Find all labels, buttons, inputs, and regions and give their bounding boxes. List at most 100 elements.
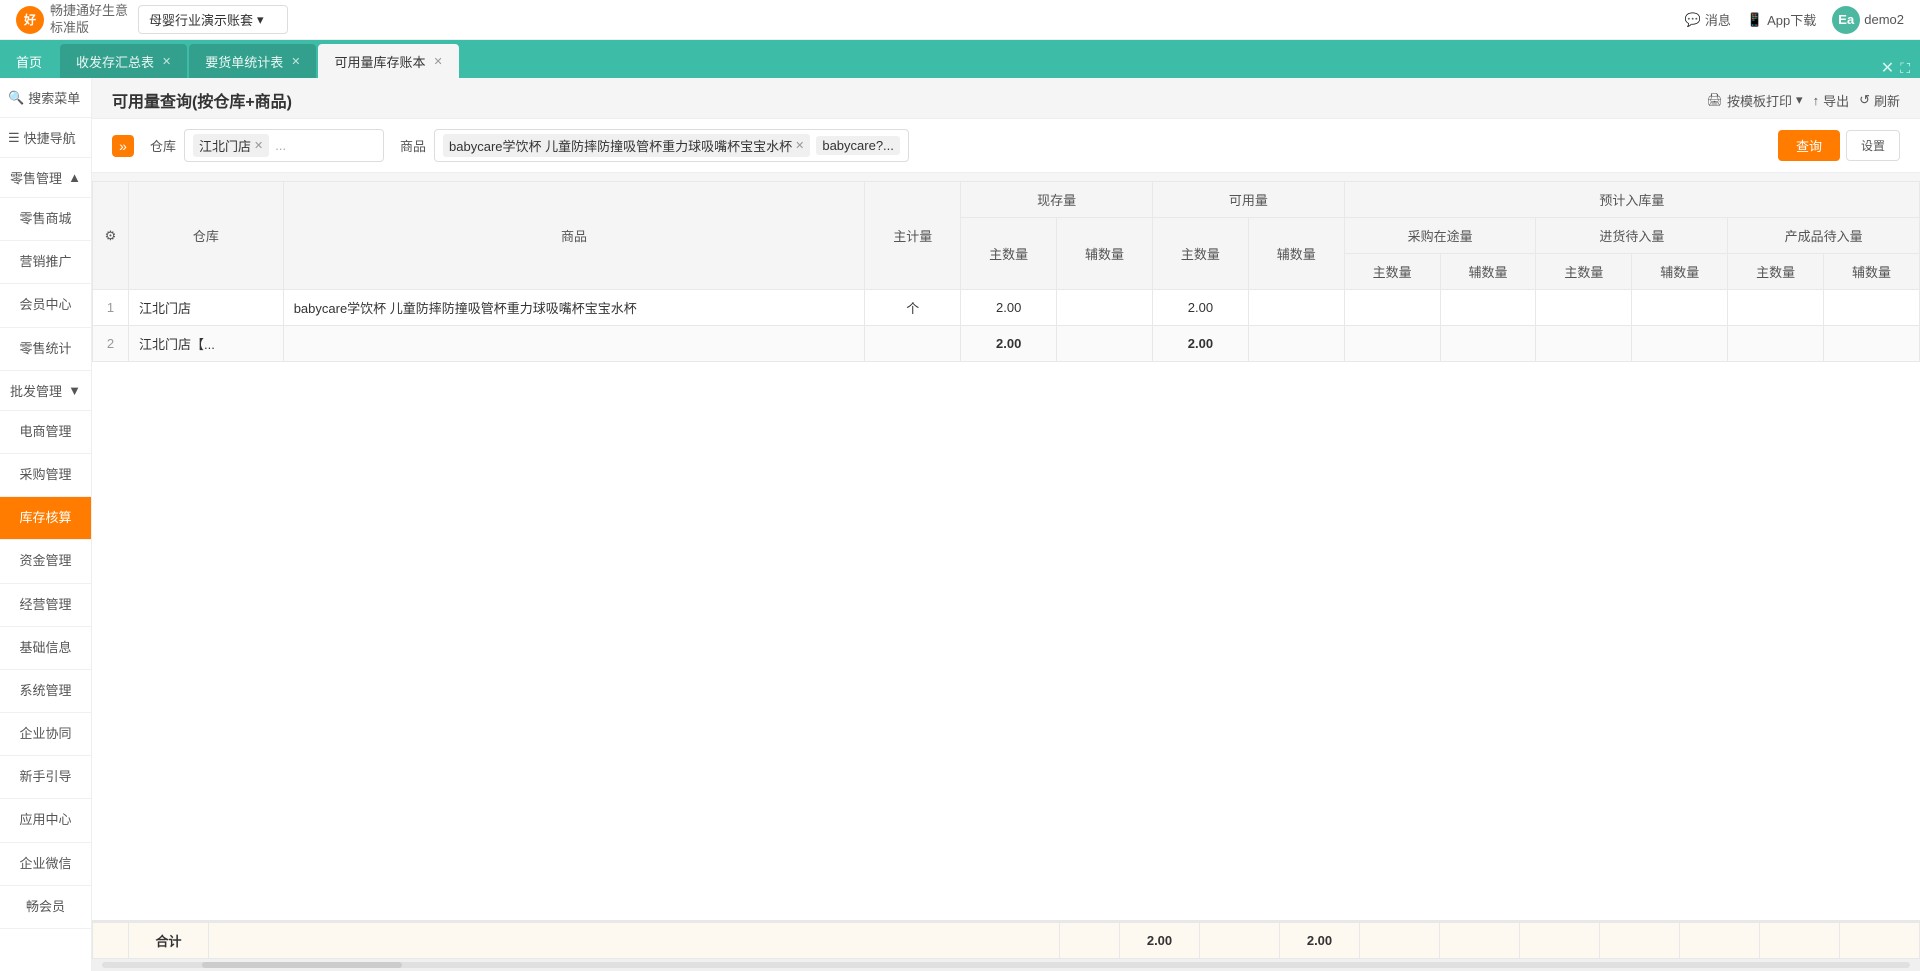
- tab-available[interactable]: 可用量库存账本 ✕: [318, 44, 458, 78]
- warehouse-filter-group: 仓库 江北门店 ✕ ...: [150, 129, 384, 162]
- message-btn[interactable]: 💬 消息: [1685, 10, 1731, 29]
- table-row: 1江北门店babycare学饮杯 儿童防摔防撞吸管杯重力球吸嘴杯宝宝水杯个2.0…: [93, 290, 1920, 326]
- search-icon: 🔍: [8, 90, 24, 106]
- footer-avail-main: 2.00: [1280, 923, 1360, 959]
- logo-area: 好 畅捷通好生意 标准版: [16, 3, 128, 37]
- horizontal-scrollbar[interactable]: [92, 959, 1920, 971]
- query-btn[interactable]: 查询: [1778, 130, 1840, 161]
- sidebar-item-retail-stat[interactable]: 零售统计: [0, 328, 91, 371]
- sidebar-item-member[interactable]: 会员中心: [0, 284, 91, 327]
- col-unit-header: 主计量: [865, 182, 961, 290]
- logo-text: 畅捷通好生意 标准版: [50, 3, 128, 37]
- sidebar-item-ecommerce[interactable]: 电商管理: [0, 411, 91, 454]
- content-area: 可用量查询(按仓库+商品) 🖨 按模板打印 ▾ ↑ 导出 ↺ 刷新 »: [92, 78, 1920, 971]
- expand-filter-btn[interactable]: »: [112, 135, 134, 157]
- col-purchase-aux: 辅数量: [1440, 254, 1536, 290]
- sidebar-item-purchase[interactable]: 采购管理: [0, 454, 91, 497]
- refresh-btn[interactable]: ↺ 刷新: [1859, 91, 1900, 110]
- col-production-aux: 辅数量: [1824, 254, 1920, 290]
- page-header: 可用量查询(按仓库+商品) 🖨 按模板打印 ▾ ↑ 导出 ↺ 刷新: [92, 78, 1920, 118]
- product-tag1: babycare学饮杯 儿童防摔防撞吸管杯重力球吸嘴杯宝宝水杯 ✕: [443, 134, 810, 157]
- close-tab-available[interactable]: ✕: [434, 55, 443, 68]
- warehouse-filter-input[interactable]: 江北门店 ✕ ...: [184, 129, 384, 162]
- col-production-main: 主数量: [1728, 254, 1824, 290]
- table-header: ⚙ 仓库 商品 主计量 现存量 可用量 预计入库量 主数量 辅数量 主数量 辅数…: [93, 182, 1920, 290]
- close-window-btn[interactable]: ✕: [1881, 58, 1894, 78]
- product-filter-group: 商品 babycare学饮杯 儿童防摔防撞吸管杯重力球吸嘴杯宝宝水杯 ✕ bab…: [400, 129, 909, 162]
- template-print-btn[interactable]: 🖨 按模板打印 ▾: [1707, 91, 1803, 110]
- sidebar-item-retail[interactable]: 零售管理 ▲: [0, 158, 91, 198]
- sidebar-item-marketing[interactable]: 营销推广: [0, 241, 91, 284]
- settings-btn[interactable]: 设置: [1846, 130, 1900, 161]
- col-stock-header: 现存量: [961, 182, 1153, 218]
- message-icon: 💬: [1685, 12, 1701, 28]
- tab-home[interactable]: 首页: [0, 44, 58, 78]
- tab-receive[interactable]: 收发存汇总表 ✕: [60, 44, 187, 78]
- scroll-thumb[interactable]: [202, 962, 402, 968]
- top-bar: 好 畅捷通好生意 标准版 母婴行业演示账套 ▾ 💬 消息 📱 App下载 Ea …: [0, 0, 1920, 40]
- chevron-down-icon: ▼: [68, 383, 81, 398]
- warehouse-ellipsis[interactable]: ...: [275, 138, 286, 153]
- sidebar-item-enterprise[interactable]: 企业协同: [0, 713, 91, 756]
- remove-warehouse-tag[interactable]: ✕: [254, 139, 263, 152]
- chevron-down-icon: ▾: [1796, 92, 1803, 108]
- close-tab-order[interactable]: ✕: [291, 55, 300, 68]
- close-tab-receive[interactable]: ✕: [162, 55, 171, 68]
- chevron-up-icon: ▲: [68, 170, 81, 185]
- account-dropdown[interactable]: 母婴行业演示账套 ▾: [138, 5, 288, 34]
- sidebar-item-wholesale[interactable]: 批发管理 ▼: [0, 371, 91, 411]
- top-bar-left: 好 畅捷通好生意 标准版 母婴行业演示账套 ▾: [16, 3, 288, 37]
- table-body: 1江北门店babycare学饮杯 儿童防摔防撞吸管杯重力球吸嘴杯宝宝水杯个2.0…: [93, 290, 1920, 362]
- col-incoming-aux: 辅数量: [1632, 254, 1728, 290]
- col-warehouse-header: 仓库: [129, 182, 284, 290]
- sidebar: 🔍 搜索菜单 ☰ 快捷导航 零售管理 ▲ 零售商城 营销推广 会员中心 零售统计…: [0, 78, 92, 971]
- product-filter-input[interactable]: babycare学饮杯 儿童防摔防撞吸管杯重力球吸嘴杯宝宝水杯 ✕ babyca…: [434, 129, 909, 162]
- table-footer: 合计 2.00 2.00: [92, 920, 1920, 959]
- print-icon: 🖨: [1707, 92, 1724, 108]
- sidebar-item-appcenter[interactable]: 应用中心: [0, 799, 91, 842]
- table-row: 2江北门店【...2.002.00: [93, 326, 1920, 362]
- nav-tabs-actions: ✕ ⛶: [1881, 58, 1920, 78]
- quick-nav-icon: ☰: [8, 130, 20, 146]
- col-avail-main: 主数量: [1152, 218, 1248, 290]
- col-settings[interactable]: ⚙: [93, 182, 129, 290]
- sidebar-item-inventory[interactable]: 库存核算: [0, 497, 91, 540]
- footer-row: 合计 2.00 2.00: [93, 923, 1920, 959]
- sidebar-item-finance[interactable]: 资金管理: [0, 540, 91, 583]
- col-avail-aux: 辅数量: [1248, 218, 1344, 290]
- filter-bar: » 仓库 江北门店 ✕ ... 商品 babycare学饮杯 儿童防摔防撞吸管杯…: [92, 118, 1920, 173]
- logo-icon: 好: [16, 6, 44, 34]
- expand-window-btn[interactable]: ⛶: [1900, 60, 1910, 77]
- col-incoming-main: 主数量: [1536, 254, 1632, 290]
- col-production-sub: 产成品待入量: [1728, 218, 1920, 254]
- sidebar-item-basic[interactable]: 基础信息: [0, 627, 91, 670]
- export-btn[interactable]: ↑ 导出: [1813, 91, 1850, 110]
- page-header-actions: 🖨 按模板打印 ▾ ↑ 导出 ↺ 刷新: [1707, 91, 1901, 110]
- remove-product-tag1[interactable]: ✕: [795, 139, 804, 152]
- nav-tabs-bar: 首页 收发存汇总表 ✕ 要货单统计表 ✕ 可用量库存账本 ✕ ✕ ⛶: [0, 40, 1920, 78]
- refresh-icon: ↺: [1859, 92, 1870, 108]
- sidebar-item-operation[interactable]: 经营管理: [0, 584, 91, 627]
- col-purchase-main: 主数量: [1344, 254, 1440, 290]
- app-download-btn[interactable]: 📱 App下载: [1747, 10, 1816, 29]
- inventory-table: ⚙ 仓库 商品 主计量 现存量 可用量 预计入库量 主数量 辅数量 主数量 辅数…: [92, 181, 1920, 362]
- sidebar-search[interactable]: 🔍 搜索菜单: [0, 78, 91, 118]
- user-profile-btn[interactable]: Ea demo2: [1832, 6, 1904, 34]
- export-icon: ↑: [1813, 93, 1820, 108]
- footer-label: 合计: [129, 923, 209, 959]
- app-icon: 📱: [1747, 12, 1763, 28]
- filter-actions: 查询 设置: [1778, 130, 1900, 161]
- sidebar-item-member2[interactable]: 畅会员: [0, 886, 91, 929]
- col-incoming-header: 预计入库量: [1344, 182, 1919, 218]
- sidebar-item-system[interactable]: 系统管理: [0, 670, 91, 713]
- chevron-down-icon: ▾: [257, 12, 264, 28]
- table-container: ⚙ 仓库 商品 主计量 现存量 可用量 预计入库量 主数量 辅数量 主数量 辅数…: [92, 181, 1920, 920]
- product-filter-label: 商品: [400, 136, 426, 155]
- sidebar-item-newguide[interactable]: 新手引导: [0, 756, 91, 799]
- product-tag2: babycare?...: [816, 136, 900, 155]
- tab-order[interactable]: 要货单统计表 ✕: [189, 44, 316, 78]
- sidebar-quick-nav[interactable]: ☰ 快捷导航: [0, 118, 91, 158]
- sidebar-item-retail-mall[interactable]: 零售商城: [0, 198, 91, 241]
- sidebar-item-wechat[interactable]: 企业微信: [0, 843, 91, 886]
- scroll-track: [102, 962, 1910, 968]
